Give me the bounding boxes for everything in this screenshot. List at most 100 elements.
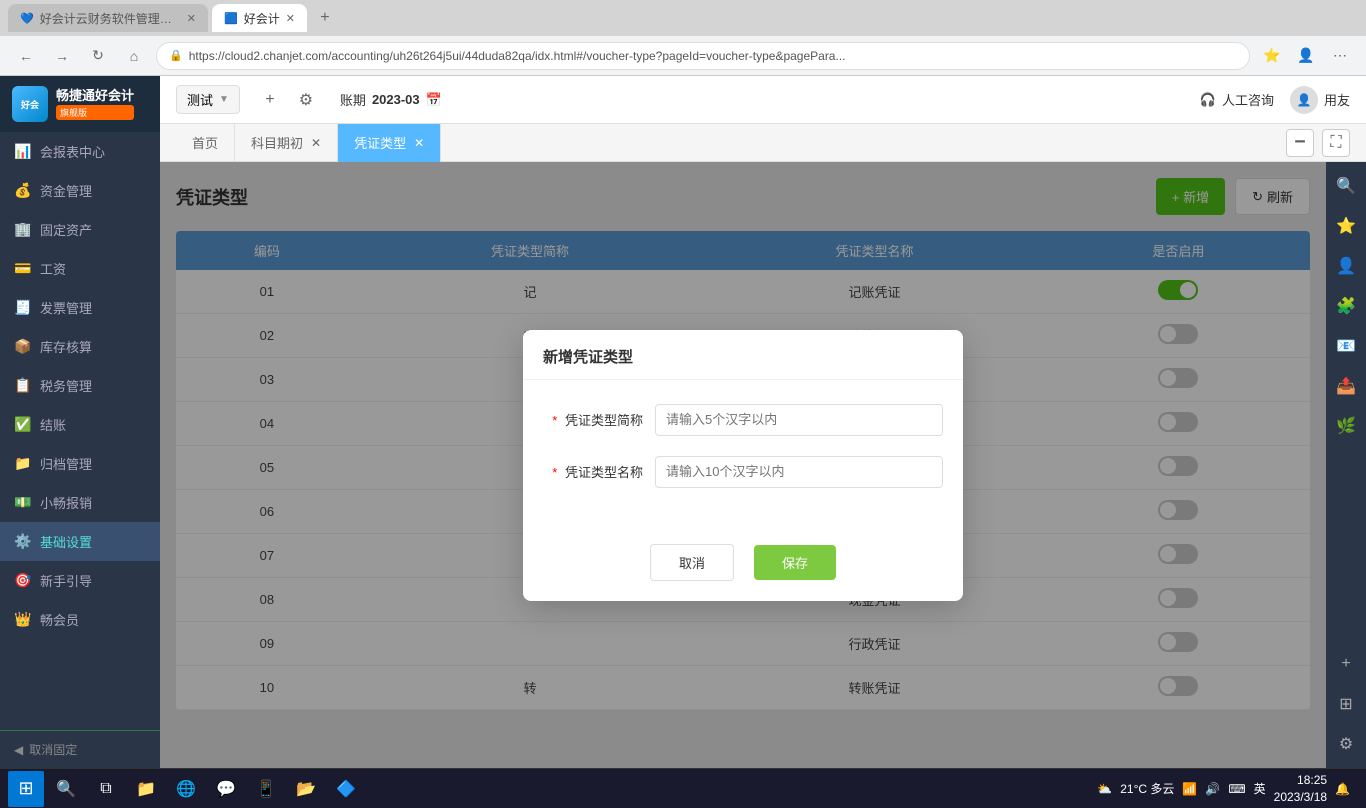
headset-icon: 🎧 [1200,92,1216,108]
more-button[interactable]: ⋯ [1326,42,1354,70]
modal-overlay: 新增凭证类型 * 凭证类型简称 [160,162,1326,768]
sound-icon: 🔊 [1205,782,1220,796]
workspace-arrow-icon: ▼ [219,94,229,105]
user-button[interactable]: 👤 用友 [1290,86,1350,114]
form-row-abbr: * 凭证类型简称 [543,404,943,436]
modal-title: 新增凭证类型 [543,346,633,367]
name-label: * 凭证类型名称 [543,462,643,481]
right-plus-button[interactable]: + [1330,648,1362,680]
profile-button[interactable]: 👤 [1292,42,1320,70]
right-search-button[interactable]: 🔍 [1330,170,1362,202]
tab-subject[interactable]: 科目期初 ✕ [235,124,338,162]
right-leaf-button[interactable]: 🌿 [1330,410,1362,442]
tab-voucher[interactable]: 凭证类型 ✕ [338,124,441,162]
sidebar-item-capital[interactable]: 💰 资金管理 [0,171,160,210]
sidebar-item-assets[interactable]: 🏢 固定资产 [0,210,160,249]
modal-header: 新增凭证类型 [523,330,963,380]
right-share-button[interactable]: 📤 [1330,370,1362,402]
tab-home[interactable]: 首页 [176,124,235,162]
browser-actions: ⭐ 👤 ⋯ [1258,42,1354,70]
right-table-button[interactable]: ⊞ [1330,688,1362,720]
right-star-button[interactable]: ⭐ [1330,210,1362,242]
unpin-icon: ◀ [14,743,23,757]
taskbar: ⊞ 🔍 ⧉ 📁 🌐 💬 📱 📂 🔷 ⛅ 21°C 多云 📶 🔊 ⌨ 英 18:2… [0,768,1366,808]
consult-button[interactable]: 🎧 人工咨询 [1200,90,1274,109]
capital-icon: 💰 [14,182,32,200]
cancel-button[interactable]: 取消 [650,544,734,581]
tab-subject-close[interactable]: ✕ [311,136,321,150]
add-button[interactable]: + [256,86,284,114]
inventory-icon: 📦 [14,338,32,356]
top-bar: 测试 ▼ + ⚙ 账期 2023-03 📅 🎧 人工咨询 👤 用友 [160,76,1366,124]
sidebar-item-member[interactable]: 👑 畅会员 [0,600,160,639]
calendar-icon: 📅 [426,92,442,108]
right-gear-button[interactable]: ⚙ [1330,728,1362,760]
browser-tab-2[interactable]: 🟦 好会计 ✕ [212,4,307,32]
unpin-button[interactable]: ◀ 取消固定 [0,730,160,768]
taskbar-taskview[interactable]: ⧉ [88,771,124,807]
tab-close-2[interactable]: ✕ [286,12,295,25]
sidebar-item-tax[interactable]: 📋 税务管理 [0,366,160,405]
right-user-button[interactable]: 👤 [1330,250,1362,282]
taskbar-apps[interactable]: 📱 [248,771,284,807]
avatar: 👤 [1290,86,1318,114]
right-puzzle-button[interactable]: 🧩 [1330,290,1362,322]
back-button[interactable]: ← [12,42,40,70]
sidebar-item-archive[interactable]: 📁 归档管理 [0,444,160,483]
modal-footer: 取消 保存 [523,532,963,601]
sidebar-item-salary[interactable]: 💳 工资 [0,249,160,288]
abbr-input[interactable] [655,404,943,436]
sidebar-item-settle[interactable]: ✅ 结账 [0,405,160,444]
taskbar-folder[interactable]: 📂 [288,771,324,807]
start-button[interactable]: ⊞ [8,771,44,807]
assets-icon: 🏢 [14,221,32,239]
form-row-name: * 凭证类型名称 [543,456,943,488]
expense-icon: 💵 [14,494,32,512]
sidebar-menu: 📊 会报表中心 💰 资金管理 🏢 固定资产 💳 工资 🧾 发票管理 📦 [0,132,160,730]
weather-icon: ⛅ [1097,782,1112,796]
save-button[interactable]: 保存 [754,545,836,580]
tax-icon: 📋 [14,377,32,395]
add-voucher-modal: 新增凭证类型 * 凭证类型简称 [523,330,963,601]
taskbar-chrome[interactable]: 🌐 [168,771,204,807]
tab-voucher-close[interactable]: ✕ [414,136,424,150]
invoice-icon: 🧾 [14,299,32,317]
taskbar-search[interactable]: 🔍 [48,771,84,807]
workspace-selector[interactable]: 测试 ▼ [176,85,240,114]
settings-gear-button[interactable]: ⚙ [292,86,320,114]
reload-button[interactable]: ↻ [84,42,112,70]
taskbar-edge[interactable]: 🔷 [328,771,364,807]
taskbar-explorer[interactable]: 📁 [128,771,164,807]
sidebar: 好会 畅捷通好会计 旗舰版 📊 会报表中心 💰 资金管理 🏢 固定资产 💳 [0,76,160,768]
extensions-button[interactable]: ⭐ [1258,42,1286,70]
logo-icon: 好会 [12,86,48,122]
keyboard-icon: ⌨ [1228,782,1245,796]
sidebar-item-inventory[interactable]: 📦 库存核算 [0,327,160,366]
abbr-label: * 凭证类型简称 [543,410,643,429]
tab-close-1[interactable]: ✕ [187,12,196,25]
required-star-2: * [552,465,557,480]
tab-minimize-button[interactable]: 🗕 [1286,129,1314,157]
logo-badge: 旗舰版 [56,105,134,120]
network-icon: 📶 [1182,782,1197,796]
name-input[interactable] [655,456,943,488]
url-input[interactable]: 🔒 https://cloud2.chanjet.com/accounting/… [156,42,1250,70]
tab-maximize-button[interactable]: ⛶ [1322,129,1350,157]
taskbar-right: ⛅ 21°C 多云 📶 🔊 ⌨ 英 18:25 2023/3/18 🔔 [1097,772,1358,806]
member-icon: 👑 [14,611,32,629]
page-tabs: 首页 科目期初 ✕ 凭证类型 ✕ 🗕 ⛶ [160,124,1366,162]
sidebar-item-reports[interactable]: 📊 会报表中心 [0,132,160,171]
sidebar-item-expense[interactable]: 💵 小畅报销 [0,483,160,522]
new-tab-button[interactable]: + [311,4,339,32]
browser-tab-1[interactable]: 💙 好会计云财务软件管理系统_会计 ✕ [8,4,208,32]
home-button[interactable]: ⌂ [120,42,148,70]
topbar-actions: + ⚙ [256,86,320,114]
guide-icon: 🎯 [14,572,32,590]
sidebar-item-guide[interactable]: 🎯 新手引导 [0,561,160,600]
sidebar-item-settings[interactable]: ⚙️ 基础设置 [0,522,160,561]
sidebar-item-invoice[interactable]: 🧾 发票管理 [0,288,160,327]
right-outlook-button[interactable]: 📧 [1330,330,1362,362]
forward-button[interactable]: → [48,42,76,70]
taskbar-wechat[interactable]: 💬 [208,771,244,807]
archive-icon: 📁 [14,455,32,473]
